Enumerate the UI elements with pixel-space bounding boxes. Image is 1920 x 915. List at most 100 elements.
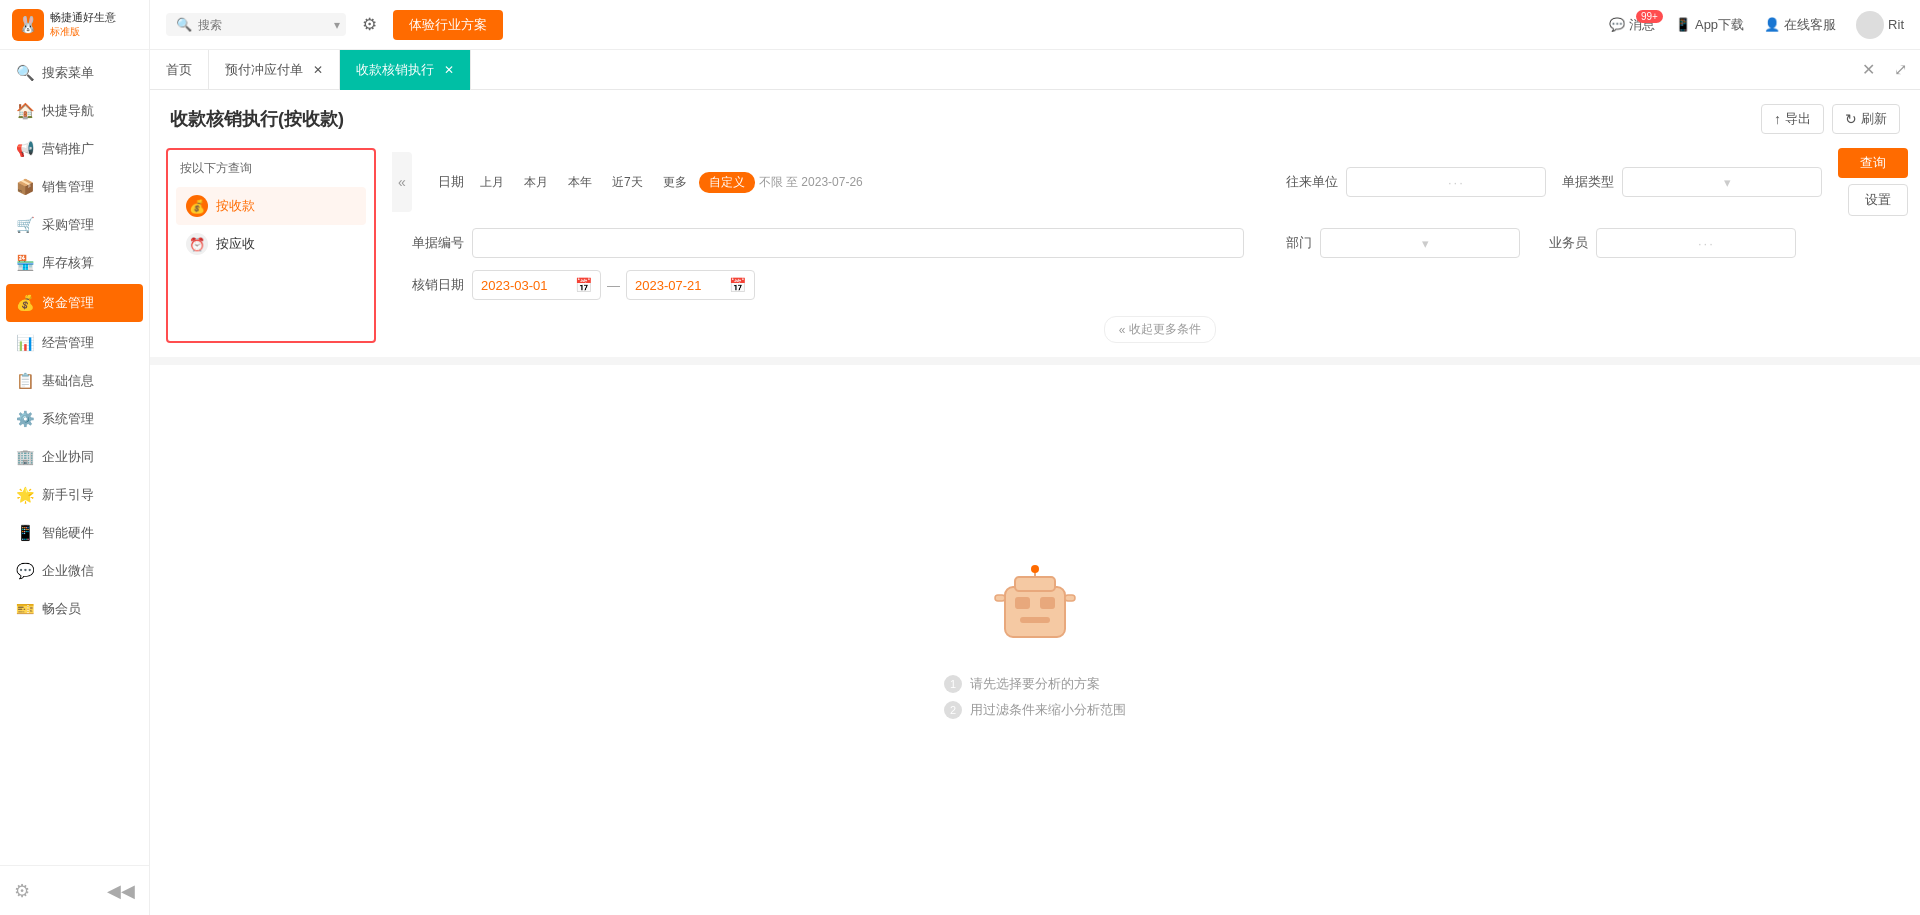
filter-by-receivable[interactable]: ⏰ 按应收: [176, 225, 366, 263]
filter-by-receipt[interactable]: 💰 按收款: [176, 187, 366, 225]
svg-rect-0: [1005, 587, 1065, 637]
staff-dots-icon[interactable]: ···: [1698, 236, 1787, 251]
bill-no-field: 单据编号: [412, 228, 1244, 258]
verify-date-label: 核销日期: [412, 276, 464, 294]
tab-receipt-offset[interactable]: 收款核销执行 ✕: [340, 50, 471, 90]
page-header: 收款核销执行(按收款) ↑ 导出 ↻ 刷新: [150, 90, 1920, 148]
expand-tab-icon[interactable]: ⤢: [1884, 54, 1916, 86]
filter-by-receivable-label: 按应收: [216, 235, 255, 253]
filter-area: 按以下方查询 💰 按收款 ⏰ 按应收 « 日期 上月: [150, 148, 1920, 357]
setting-button[interactable]: 设置: [1848, 184, 1908, 216]
search-icon: 🔍: [16, 64, 34, 82]
bill-no-input[interactable]: [472, 228, 1244, 258]
form-actions: 查询 设置: [1838, 148, 1908, 216]
sidebar-item-finance[interactable]: 💰资金管理: [6, 284, 143, 322]
sidebar-item-inventory[interactable]: 🏪库存核算: [0, 244, 149, 282]
sidebar-item-guide[interactable]: 🌟新手引导: [0, 476, 149, 514]
query-button[interactable]: 查询: [1838, 148, 1908, 178]
dept-select[interactable]: ▾: [1320, 228, 1520, 258]
main-content: 🔍 ▾ ⚙ 体验行业方案 💬 消息 99+ 📱 App下载 👤 在线客服 Rit: [150, 0, 1920, 915]
dept-field: 部门 ▾: [1260, 228, 1520, 258]
user-profile[interactable]: Rit: [1856, 11, 1904, 39]
search-input[interactable]: [198, 18, 328, 32]
svg-rect-5: [1065, 595, 1075, 601]
sidebar-item-wechat[interactable]: 💬企业微信: [0, 552, 149, 590]
refresh-icon: ↻: [1845, 111, 1857, 127]
verify-date-range: 📅 — 📅: [472, 270, 755, 300]
refresh-button[interactable]: ↻ 刷新: [1832, 104, 1900, 134]
system-icon: ⚙️: [16, 410, 34, 428]
empty-tips: 1 请先选择要分析的方案 2 用过滤条件来缩小分析范围: [944, 671, 1126, 723]
settings-icon[interactable]: ⚙: [14, 880, 30, 902]
tip-text-1: 请先选择要分析的方案: [970, 671, 1100, 697]
app-download-button[interactable]: 📱 App下载: [1675, 16, 1744, 34]
date-label: 日期: [412, 173, 464, 191]
sidebar-item-marketing[interactable]: 📢营销推广: [0, 130, 149, 168]
close-tab-icon[interactable]: ✕: [1852, 54, 1884, 86]
collapse-more-button[interactable]: « 收起更多条件: [1104, 316, 1217, 343]
staff-select[interactable]: ···: [1596, 228, 1796, 258]
receipt-icon: 💰: [186, 195, 208, 217]
date-custom[interactable]: 自定义: [699, 172, 755, 193]
message-badge: 99+: [1636, 10, 1663, 23]
hardware-icon: 📱: [16, 524, 34, 542]
date-more[interactable]: 更多: [655, 172, 695, 193]
wechat-icon: 💬: [16, 562, 34, 580]
bill-type-label: 单据类型: [1562, 173, 1614, 191]
sidebar-item-basic[interactable]: 📋基础信息: [0, 362, 149, 400]
sidebar-item-operation[interactable]: 📊经营管理: [0, 324, 149, 362]
solution-button[interactable]: 体验行业方案: [393, 10, 503, 40]
date-7days[interactable]: 近7天: [604, 172, 651, 193]
sidebar-item-system[interactable]: ⚙️系统管理: [0, 400, 149, 438]
sidebar-label-inventory: 库存核算: [42, 254, 94, 272]
page-title: 收款核销执行(按收款): [170, 107, 344, 131]
partner-dots-icon[interactable]: ···: [1448, 175, 1537, 190]
search-bar[interactable]: 🔍 ▾: [166, 13, 346, 36]
online-service-button[interactable]: 👤 在线客服: [1764, 16, 1836, 34]
date-last-month[interactable]: 上月: [472, 172, 512, 193]
sidebar-label-operation: 经营管理: [42, 334, 94, 352]
collapse-sidebar-icon[interactable]: ◀◀: [107, 880, 135, 902]
sidebar-item-purchase[interactable]: 🛒采购管理: [0, 206, 149, 244]
dept-chevron-icon: ▾: [1422, 236, 1511, 251]
date-this-year[interactable]: 本年: [560, 172, 600, 193]
verify-date-end-input[interactable]: [635, 278, 725, 293]
tab-prepay-close-icon[interactable]: ✕: [313, 63, 323, 77]
empty-tip-2: 2 用过滤条件来缩小分析范围: [944, 697, 1126, 723]
verify-date-start-calendar-icon[interactable]: 📅: [575, 277, 592, 293]
sidebar-item-quicknav[interactable]: 🏠快捷导航: [0, 92, 149, 130]
svg-rect-3: [1020, 617, 1050, 623]
tip-text-2: 用过滤条件来缩小分析范围: [970, 697, 1126, 723]
page-actions: ↑ 导出 ↻ 刷新: [1761, 104, 1900, 134]
tab-home[interactable]: 首页: [150, 50, 209, 90]
date-this-month[interactable]: 本月: [516, 172, 556, 193]
sidebar-item-member[interactable]: 🎫畅会员: [0, 590, 149, 628]
sidebar-label-guide: 新手引导: [42, 486, 94, 504]
sidebar-item-hardware[interactable]: 📱智能硬件: [0, 514, 149, 552]
empty-illustration: [985, 557, 1085, 657]
sidebar-label-enterprise: 企业协同: [42, 448, 94, 466]
bill-type-select[interactable]: ▾: [1622, 167, 1822, 197]
tab-receipt-offset-close-icon[interactable]: ✕: [444, 63, 454, 77]
gear-icon[interactable]: ⚙: [362, 14, 377, 35]
sidebar-label-finance: 资金管理: [42, 294, 94, 312]
verify-date-field: 核销日期 📅 — 📅: [412, 270, 1908, 300]
message-button[interactable]: 💬 消息 99+: [1609, 16, 1655, 34]
sidebar-item-search[interactable]: 🔍搜索菜单: [0, 54, 149, 92]
partner-select[interactable]: ···: [1346, 167, 1546, 197]
user-name: Rit: [1888, 17, 1904, 32]
enterprise-icon: 🏢: [16, 448, 34, 466]
verify-date-end-wrap: 📅: [626, 270, 755, 300]
sidebar-label-purchase: 采购管理: [42, 216, 94, 234]
verify-date-start-input[interactable]: [481, 278, 571, 293]
verify-date-end-calendar-icon[interactable]: 📅: [729, 277, 746, 293]
filter-collapse-button[interactable]: «: [392, 152, 412, 212]
sidebar-item-sales[interactable]: 📦销售管理: [0, 168, 149, 206]
marketing-icon: 📢: [16, 140, 34, 158]
export-button[interactable]: ↑ 导出: [1761, 104, 1824, 134]
tip-num-1: 1: [944, 675, 962, 693]
sidebar-item-enterprise[interactable]: 🏢 企业协同: [0, 438, 149, 476]
tab-prepay[interactable]: 预付冲应付单 ✕: [209, 50, 340, 90]
collapse-icon: «: [1119, 323, 1126, 337]
logo-icon: 🐰: [12, 9, 44, 41]
